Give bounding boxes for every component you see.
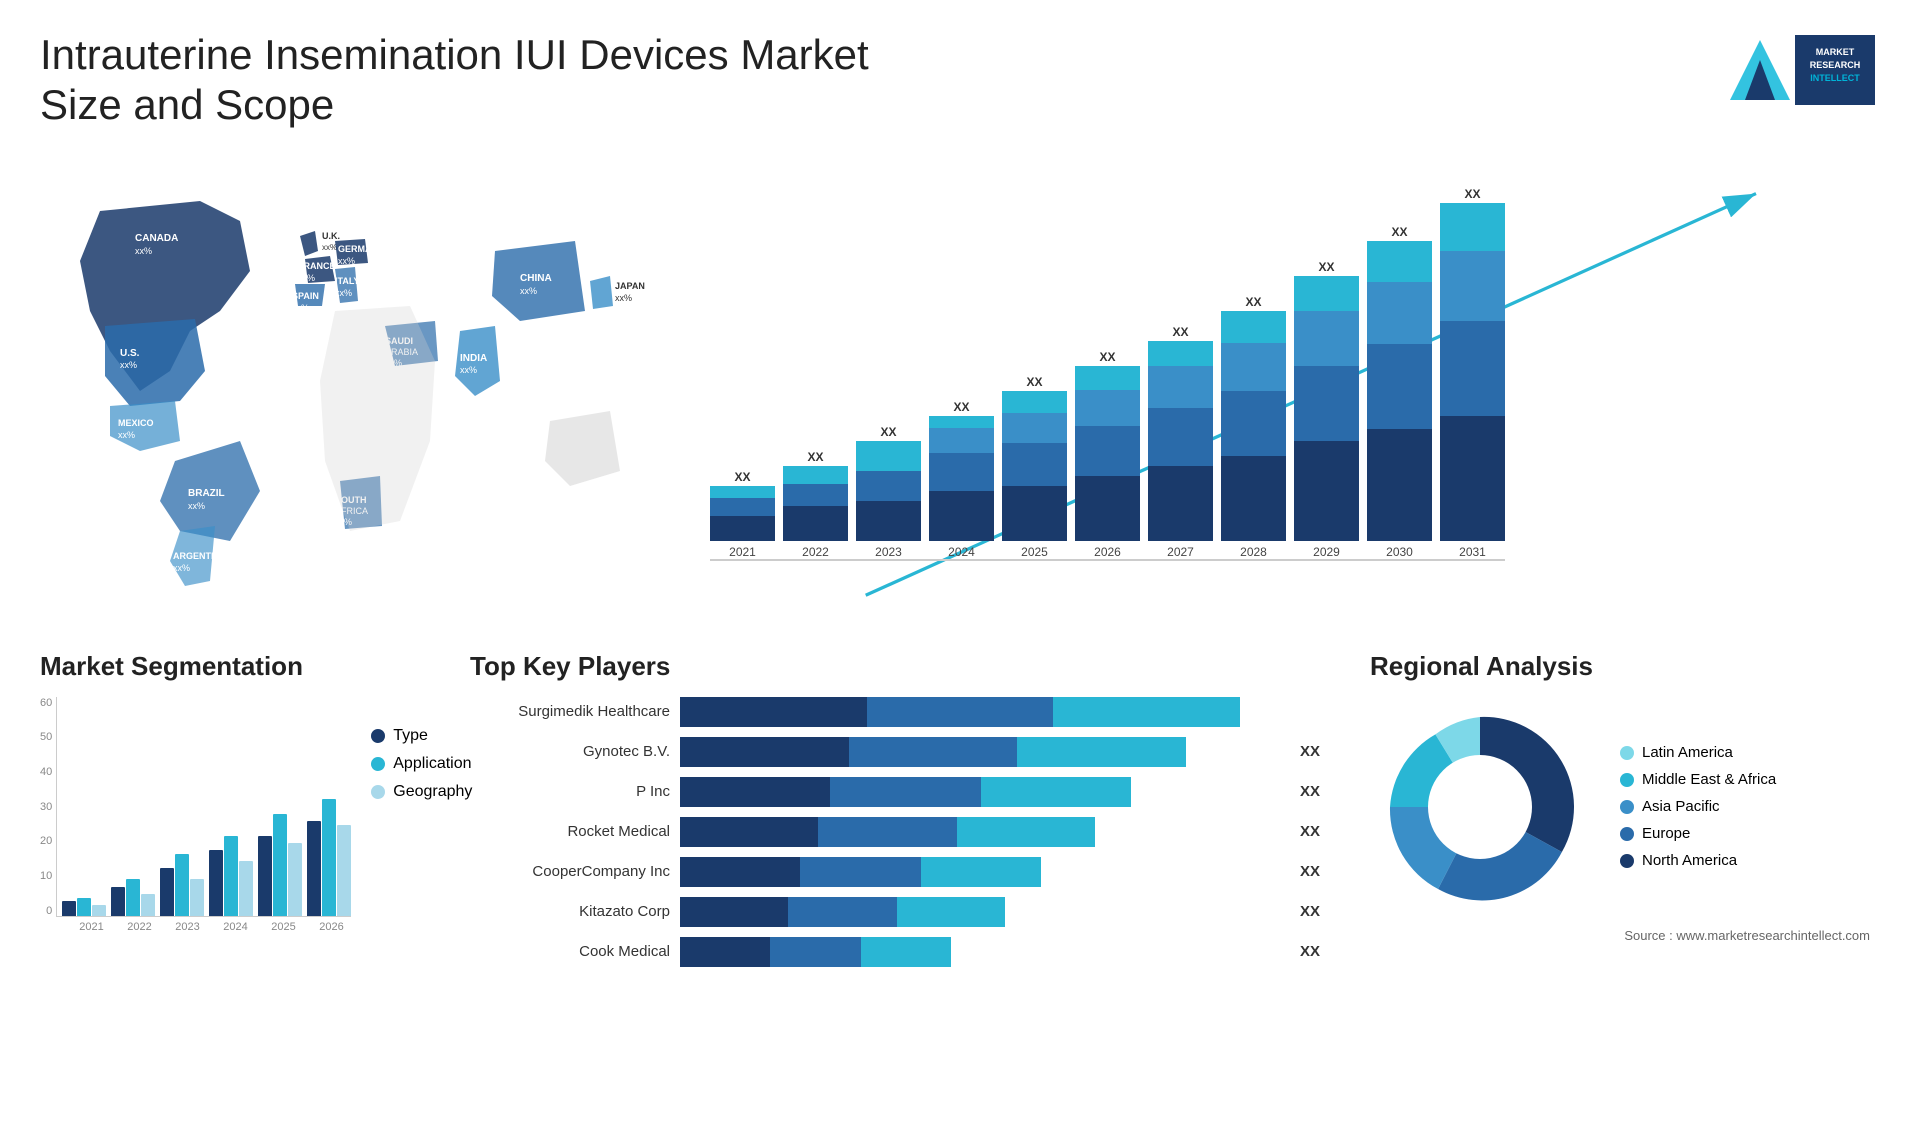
legend-latin-america: Latin America — [1620, 744, 1776, 761]
svg-text:MARKET: MARKET — [1816, 47, 1855, 57]
svg-text:xx%: xx% — [520, 286, 537, 296]
svg-text:xx%: xx% — [335, 288, 352, 298]
player-cook: Cook Medical XX — [470, 937, 1320, 967]
bar-2030: XX 2030 — [1367, 225, 1432, 559]
legend-asia-pacific: Asia Pacific — [1620, 798, 1776, 815]
svg-text:INTELLECT: INTELLECT — [1810, 73, 1860, 83]
bar-2025: XX 2025 — [1002, 375, 1067, 559]
key-players-title: Top Key Players — [470, 651, 1320, 682]
svg-text:INDIA: INDIA — [460, 353, 487, 364]
seg-bar-2022 — [111, 879, 155, 916]
svg-text:BRAZIL: BRAZIL — [188, 488, 225, 499]
svg-text:GERMANY: GERMANY — [338, 244, 384, 254]
svg-text:JAPAN: JAPAN — [615, 281, 645, 291]
svg-text:xx%: xx% — [338, 256, 355, 266]
segmentation-title: Market Segmentation — [40, 651, 430, 682]
world-map: CANADA xx% U.S. xx% MEXICO xx% BRAZIL xx… — [40, 151, 660, 631]
player-gynotec: Gynotec B.V. XX — [470, 737, 1320, 767]
player-kitazato: Kitazato Corp XX — [470, 897, 1320, 927]
svg-text:xx%: xx% — [188, 501, 205, 511]
svg-text:SPAIN: SPAIN — [292, 291, 319, 301]
legend-middle-east: Middle East & Africa — [1620, 771, 1776, 788]
segmentation-section: Market Segmentation 60 50 40 30 20 10 0 — [40, 651, 430, 977]
seg-bar-2023 — [160, 854, 204, 916]
seg-bar-2025 — [258, 814, 302, 916]
regional-section: Regional Analysis — [1360, 651, 1880, 977]
source-text: Source : www.marketresearchintellect.com — [1624, 928, 1870, 943]
svg-text:xx%: xx% — [135, 246, 152, 256]
bar-2027: XX 2027 — [1148, 325, 1213, 559]
player-pinc: P Inc XX — [470, 777, 1320, 807]
bar-2028: XX 2028 — [1221, 295, 1286, 559]
svg-text:xx%: xx% — [120, 360, 137, 370]
regional-title: Regional Analysis — [1370, 651, 1870, 682]
player-surgimedik: Surgimedik Healthcare — [470, 697, 1320, 727]
bar-2029: XX 2029 — [1294, 260, 1359, 559]
svg-text:xx%: xx% — [615, 293, 632, 303]
seg-bar-2026 — [307, 799, 351, 916]
svg-text:U.S.: U.S. — [120, 348, 140, 359]
svg-text:FRANCE: FRANCE — [298, 261, 336, 271]
map-section: CANADA xx% U.S. xx% MEXICO xx% BRAZIL xx… — [40, 151, 660, 631]
logo: MARKET RESEARCH INTELLECT — [1720, 30, 1880, 110]
svg-text:CHINA: CHINA — [520, 273, 552, 284]
bar-2031: XX 2031 — [1440, 187, 1505, 559]
svg-text:ARGENTINA: ARGENTINA — [173, 551, 227, 561]
seg-bar-2024 — [209, 836, 253, 916]
seg-bar-2021 — [62, 898, 106, 916]
donut-chart — [1370, 697, 1590, 917]
bar-2023: XX 2023 — [856, 425, 921, 559]
growth-chart: XX 2021 XX — [680, 151, 1880, 631]
svg-text:xx%: xx% — [292, 303, 309, 313]
regional-legend: Latin America Middle East & Africa Asia … — [1620, 744, 1776, 869]
legend-europe: Europe — [1620, 825, 1776, 842]
svg-text:xx%: xx% — [460, 365, 477, 375]
bar-2024: XX 2024 — [929, 400, 994, 559]
player-rocket: Rocket Medical XX — [470, 817, 1320, 847]
key-players-section: Top Key Players Surgimedik Healthcare Gy… — [450, 651, 1340, 977]
player-cooper: CooperCompany Inc XX — [470, 857, 1320, 887]
page-title: Intrauterine Insemination IUI Devices Ma… — [40, 30, 940, 131]
svg-text:CANADA: CANADA — [135, 233, 178, 244]
page: Intrauterine Insemination IUI Devices Ma… — [0, 0, 1920, 1146]
svg-text:xx%: xx% — [173, 563, 190, 573]
svg-text:xx%: xx% — [322, 243, 337, 252]
donut-container: Latin America Middle East & Africa Asia … — [1370, 697, 1870, 917]
bar-2026: XX 2026 — [1075, 350, 1140, 559]
svg-text:xx%: xx% — [298, 273, 315, 283]
svg-text:ITALY: ITALY — [335, 276, 360, 286]
bar-2021: XX 2021 — [710, 470, 775, 559]
svg-text:U.K.: U.K. — [322, 231, 340, 241]
bottom-row: Market Segmentation 60 50 40 30 20 10 0 — [40, 651, 1880, 977]
svg-text:xx%: xx% — [118, 430, 135, 440]
svg-text:MEXICO: MEXICO — [118, 418, 154, 428]
bar-2022: XX 2022 — [783, 450, 848, 559]
legend-north-america: North America — [1620, 852, 1776, 869]
header: Intrauterine Insemination IUI Devices Ma… — [40, 30, 1880, 131]
svg-text:RESEARCH: RESEARCH — [1810, 60, 1861, 70]
